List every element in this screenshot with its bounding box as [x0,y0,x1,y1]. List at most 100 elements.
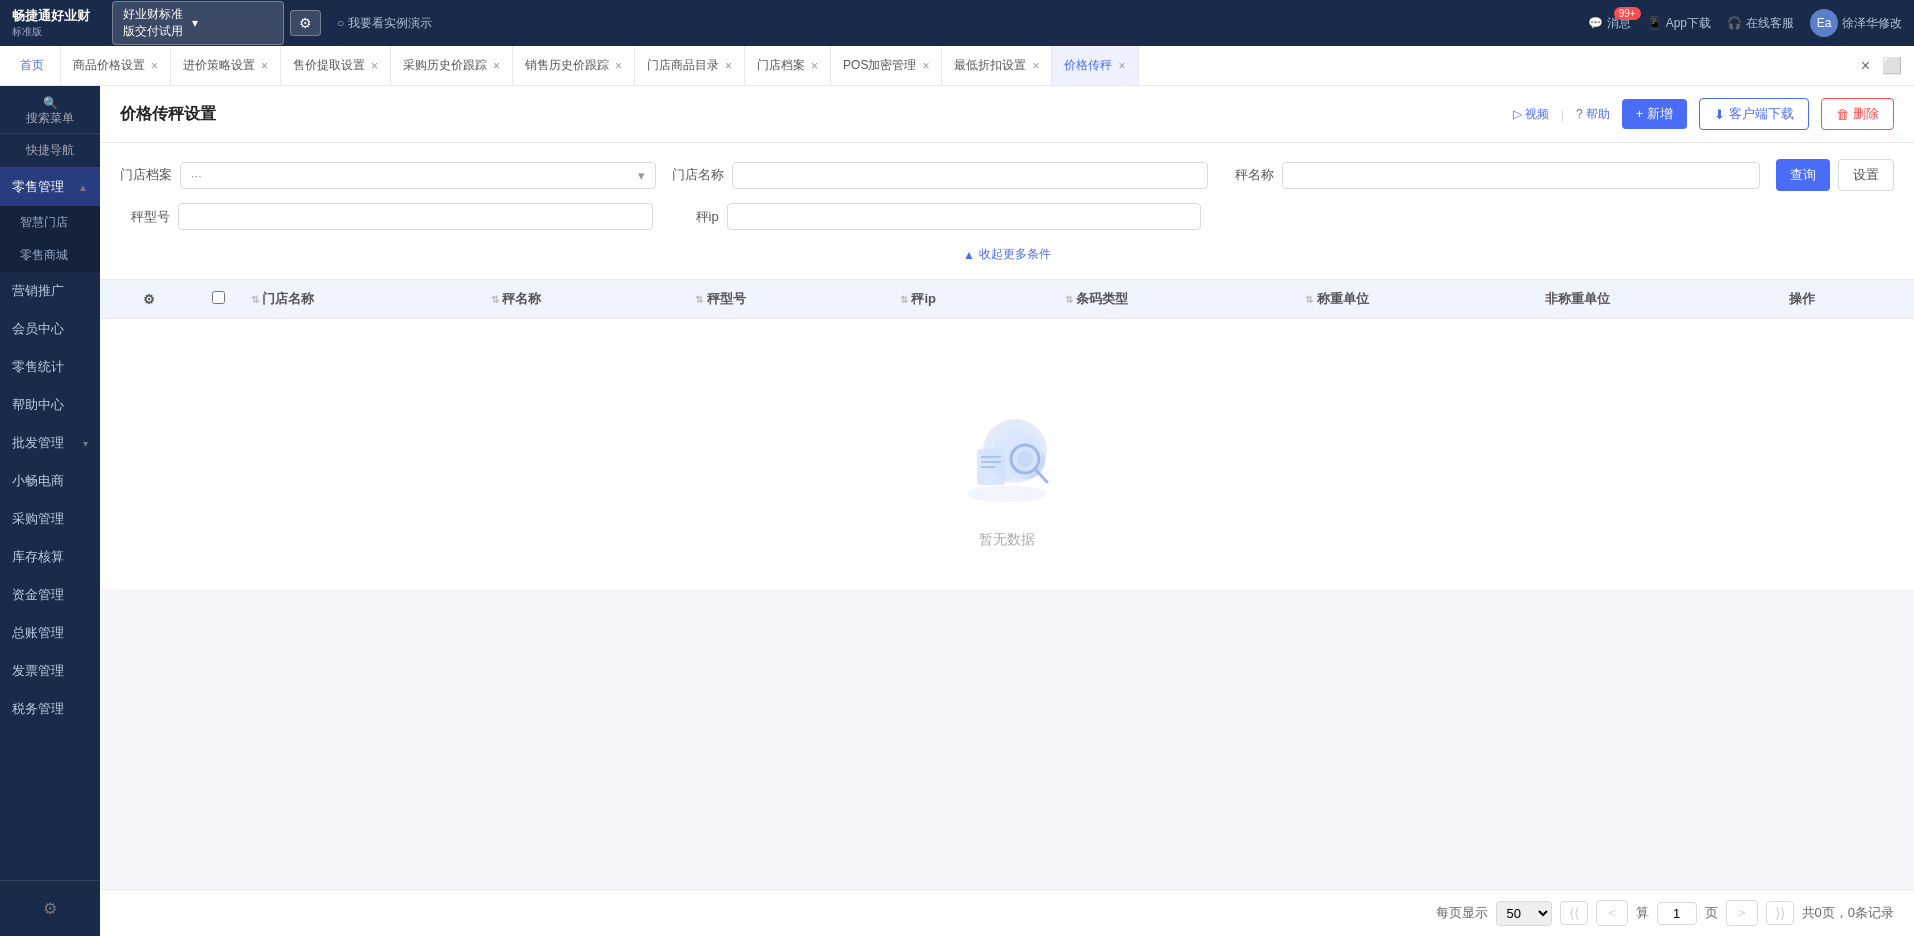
sidebar-item-smart-store[interactable]: 智慧门店 [0,206,100,239]
sidebar-item-tax[interactable]: 税务管理 [0,690,100,728]
filter-scale-name-input[interactable] [1282,162,1760,189]
help-label: 帮助 [1586,106,1610,123]
empty-row: 暂无数据 [100,319,1914,590]
total-info: 共0页，0条记录 [1802,904,1894,922]
sidebar-item-wholesale-label: 批发管理 [12,434,64,452]
tab-purchase-strategy-close[interactable]: × [261,59,268,73]
th-scale-ip: ⇅ 秤ip [888,280,1053,319]
query-button[interactable]: 查询 [1776,159,1830,191]
sidebar-nav[interactable]: 快捷导航 [0,134,100,168]
video-icon: ▷ [1513,107,1522,121]
last-page-button[interactable]: ⟩⟩ [1766,901,1794,925]
tab-close-all-button[interactable]: × [1857,53,1874,79]
sort-icon-scale[interactable]: ⇅ [491,294,499,305]
tab-price-scale-close[interactable]: × [1118,59,1125,73]
demo-button[interactable]: ○ 我要看实例演示 [337,15,432,32]
next-page-button[interactable]: ＞ [1726,900,1758,926]
th-settings[interactable]: ⚙ [100,280,199,319]
first-page-button[interactable]: ⟨⟨ [1560,901,1588,925]
filter-store-file-select[interactable]: ··· ▾ [180,162,656,189]
sidebar-item-member-label: 会员中心 [12,320,64,338]
download-client-button[interactable]: ⬇ 客户端下载 [1699,98,1809,130]
tab-sale-history-close[interactable]: × [615,59,622,73]
sidebar-search[interactable]: 🔍 搜索菜单 [0,86,100,134]
divider: | [1561,107,1564,122]
tab-purchase-history-label: 采购历史价跟踪 [403,57,487,74]
tab-purchase-strategy[interactable]: 进价策略设置 × [171,46,281,86]
tab-store-catalog[interactable]: 门店商品目录 × [635,46,745,86]
collapse-button[interactable]: ▲ 收起更多条件 [963,246,1051,263]
page-suffix: 页 [1705,904,1718,922]
table-settings-icon[interactable]: ⚙ [143,292,155,307]
tab-store-file[interactable]: 门店档案 × [745,46,831,86]
sidebar-item-retail-stats[interactable]: 零售统计 [0,348,100,386]
online-service-button[interactable]: 🎧 在线客服 [1727,15,1794,32]
tab-store-catalog-label: 门店商品目录 [647,57,719,74]
settings-button[interactable]: 设置 [1838,159,1894,191]
sidebar-item-ecom[interactable]: 小畅电商 [0,462,100,500]
tab-expand-button[interactable]: ⬜ [1878,52,1906,79]
version-settings-button[interactable]: ⚙ [290,10,321,36]
sidebar-item-member[interactable]: 会员中心 [0,310,100,348]
sort-icon-weight[interactable]: ⇅ [1305,294,1313,305]
sort-icon-ip[interactable]: ⇅ [900,294,908,305]
sidebar-settings-button[interactable]: ⚙ [0,891,100,926]
content-area: 价格传秤设置 ▷ 视频 | ? 帮助 + 新增 ⬇ 客户端下载 [100,86,1914,936]
sidebar-item-ledger[interactable]: 总账管理 [0,614,100,652]
tab-home[interactable]: 首页 [4,46,61,86]
tab-price-scale-label: 价格传秤 [1064,57,1112,74]
tab-store-catalog-close[interactable]: × [725,59,732,73]
table-area: ⚙ ⇅ 门店名称 ⇅ 秤名称 [100,280,1914,889]
sidebar-item-retail[interactable]: 零售管理 ▲ [0,168,100,206]
tab-price-scale[interactable]: 价格传秤 × [1052,46,1138,86]
sidebar-item-wholesale[interactable]: 批发管理 ▾ [0,424,100,462]
help-link[interactable]: ? 帮助 [1576,106,1610,123]
sidebar-item-retail-mall[interactable]: 零售商城 [0,239,100,272]
add-button[interactable]: + 新增 [1622,99,1687,129]
version-selector[interactable]: 好业财标准版交付试用 ▾ [112,1,284,45]
add-button-label: + 新增 [1636,105,1673,123]
per-page-select[interactable]: 50 10 20 100 [1496,901,1552,926]
sidebar-item-purchase[interactable]: 采购管理 [0,500,100,538]
sidebar-item-inventory[interactable]: 库存核算 [0,538,100,576]
tab-sale-history[interactable]: 销售历史价跟踪 × [513,46,635,86]
sidebar-item-help[interactable]: 帮助中心 [0,386,100,424]
top-bar: 畅捷通好业财 标准版 好业财标准版交付试用 ▾ ⚙ ○ 我要看实例演示 💬 消息… [0,0,1914,46]
sidebar-item-inventory-label: 库存核算 [12,548,64,566]
user-info[interactable]: Ea 徐泽华修改 [1810,9,1902,37]
sort-icon-barcode[interactable]: ⇅ [1065,294,1073,305]
tab-product-price[interactable]: 商品价格设置 × [61,46,171,86]
sidebar-item-retail-mall-label: 零售商城 [20,248,68,262]
video-link[interactable]: ▷ 视频 [1513,106,1549,123]
filter-scale-ip-input[interactable] [727,203,1202,230]
tab-min-discount[interactable]: 最低折扣设置 × [942,46,1052,86]
sidebar-item-ecom-label: 小畅电商 [12,472,64,490]
tab-product-price-close[interactable]: × [151,59,158,73]
sidebar-item-finance[interactable]: 资金管理 [0,576,100,614]
sort-icon-store[interactable]: ⇅ [251,294,259,305]
select-all-checkbox[interactable] [212,291,225,304]
prev-page-button[interactable]: ＜ [1596,900,1628,926]
filter-store-name-input[interactable] [732,162,1208,189]
tab-sale-extract[interactable]: 售价提取设置 × [281,46,391,86]
sidebar-item-help-label: 帮助中心 [12,396,64,414]
filter-scale-model-input[interactable] [178,203,653,230]
th-action-label: 操作 [1789,291,1815,306]
tab-bar: 首页 商品价格设置 × 进价策略设置 × 售价提取设置 × 采购历史价跟踪 × … [0,46,1914,86]
sort-icon-model[interactable]: ⇅ [695,294,703,305]
tab-sale-extract-close[interactable]: × [371,59,378,73]
tab-purchase-history[interactable]: 采购历史价跟踪 × [391,46,513,86]
page-title-bar: 价格传秤设置 ▷ 视频 | ? 帮助 + 新增 ⬇ 客户端下载 [100,86,1914,143]
page-number-input[interactable] [1657,902,1697,925]
tab-purchase-history-close[interactable]: × [493,59,500,73]
delete-button[interactable]: 🗑 删除 [1821,98,1894,130]
app-download-button[interactable]: 📱 App下载 [1647,15,1711,32]
tab-pos-manage-close[interactable]: × [922,59,929,73]
message-button[interactable]: 💬 消息 99+ [1588,15,1631,32]
sidebar-item-invoice[interactable]: 发票管理 [0,652,100,690]
tab-store-file-close[interactable]: × [811,59,818,73]
tab-min-discount-close[interactable]: × [1032,59,1039,73]
help-icon: ? [1576,107,1583,121]
sidebar-item-marketing[interactable]: 营销推广 [0,272,100,310]
tab-pos-manage[interactable]: POS加密管理 × [831,46,942,86]
